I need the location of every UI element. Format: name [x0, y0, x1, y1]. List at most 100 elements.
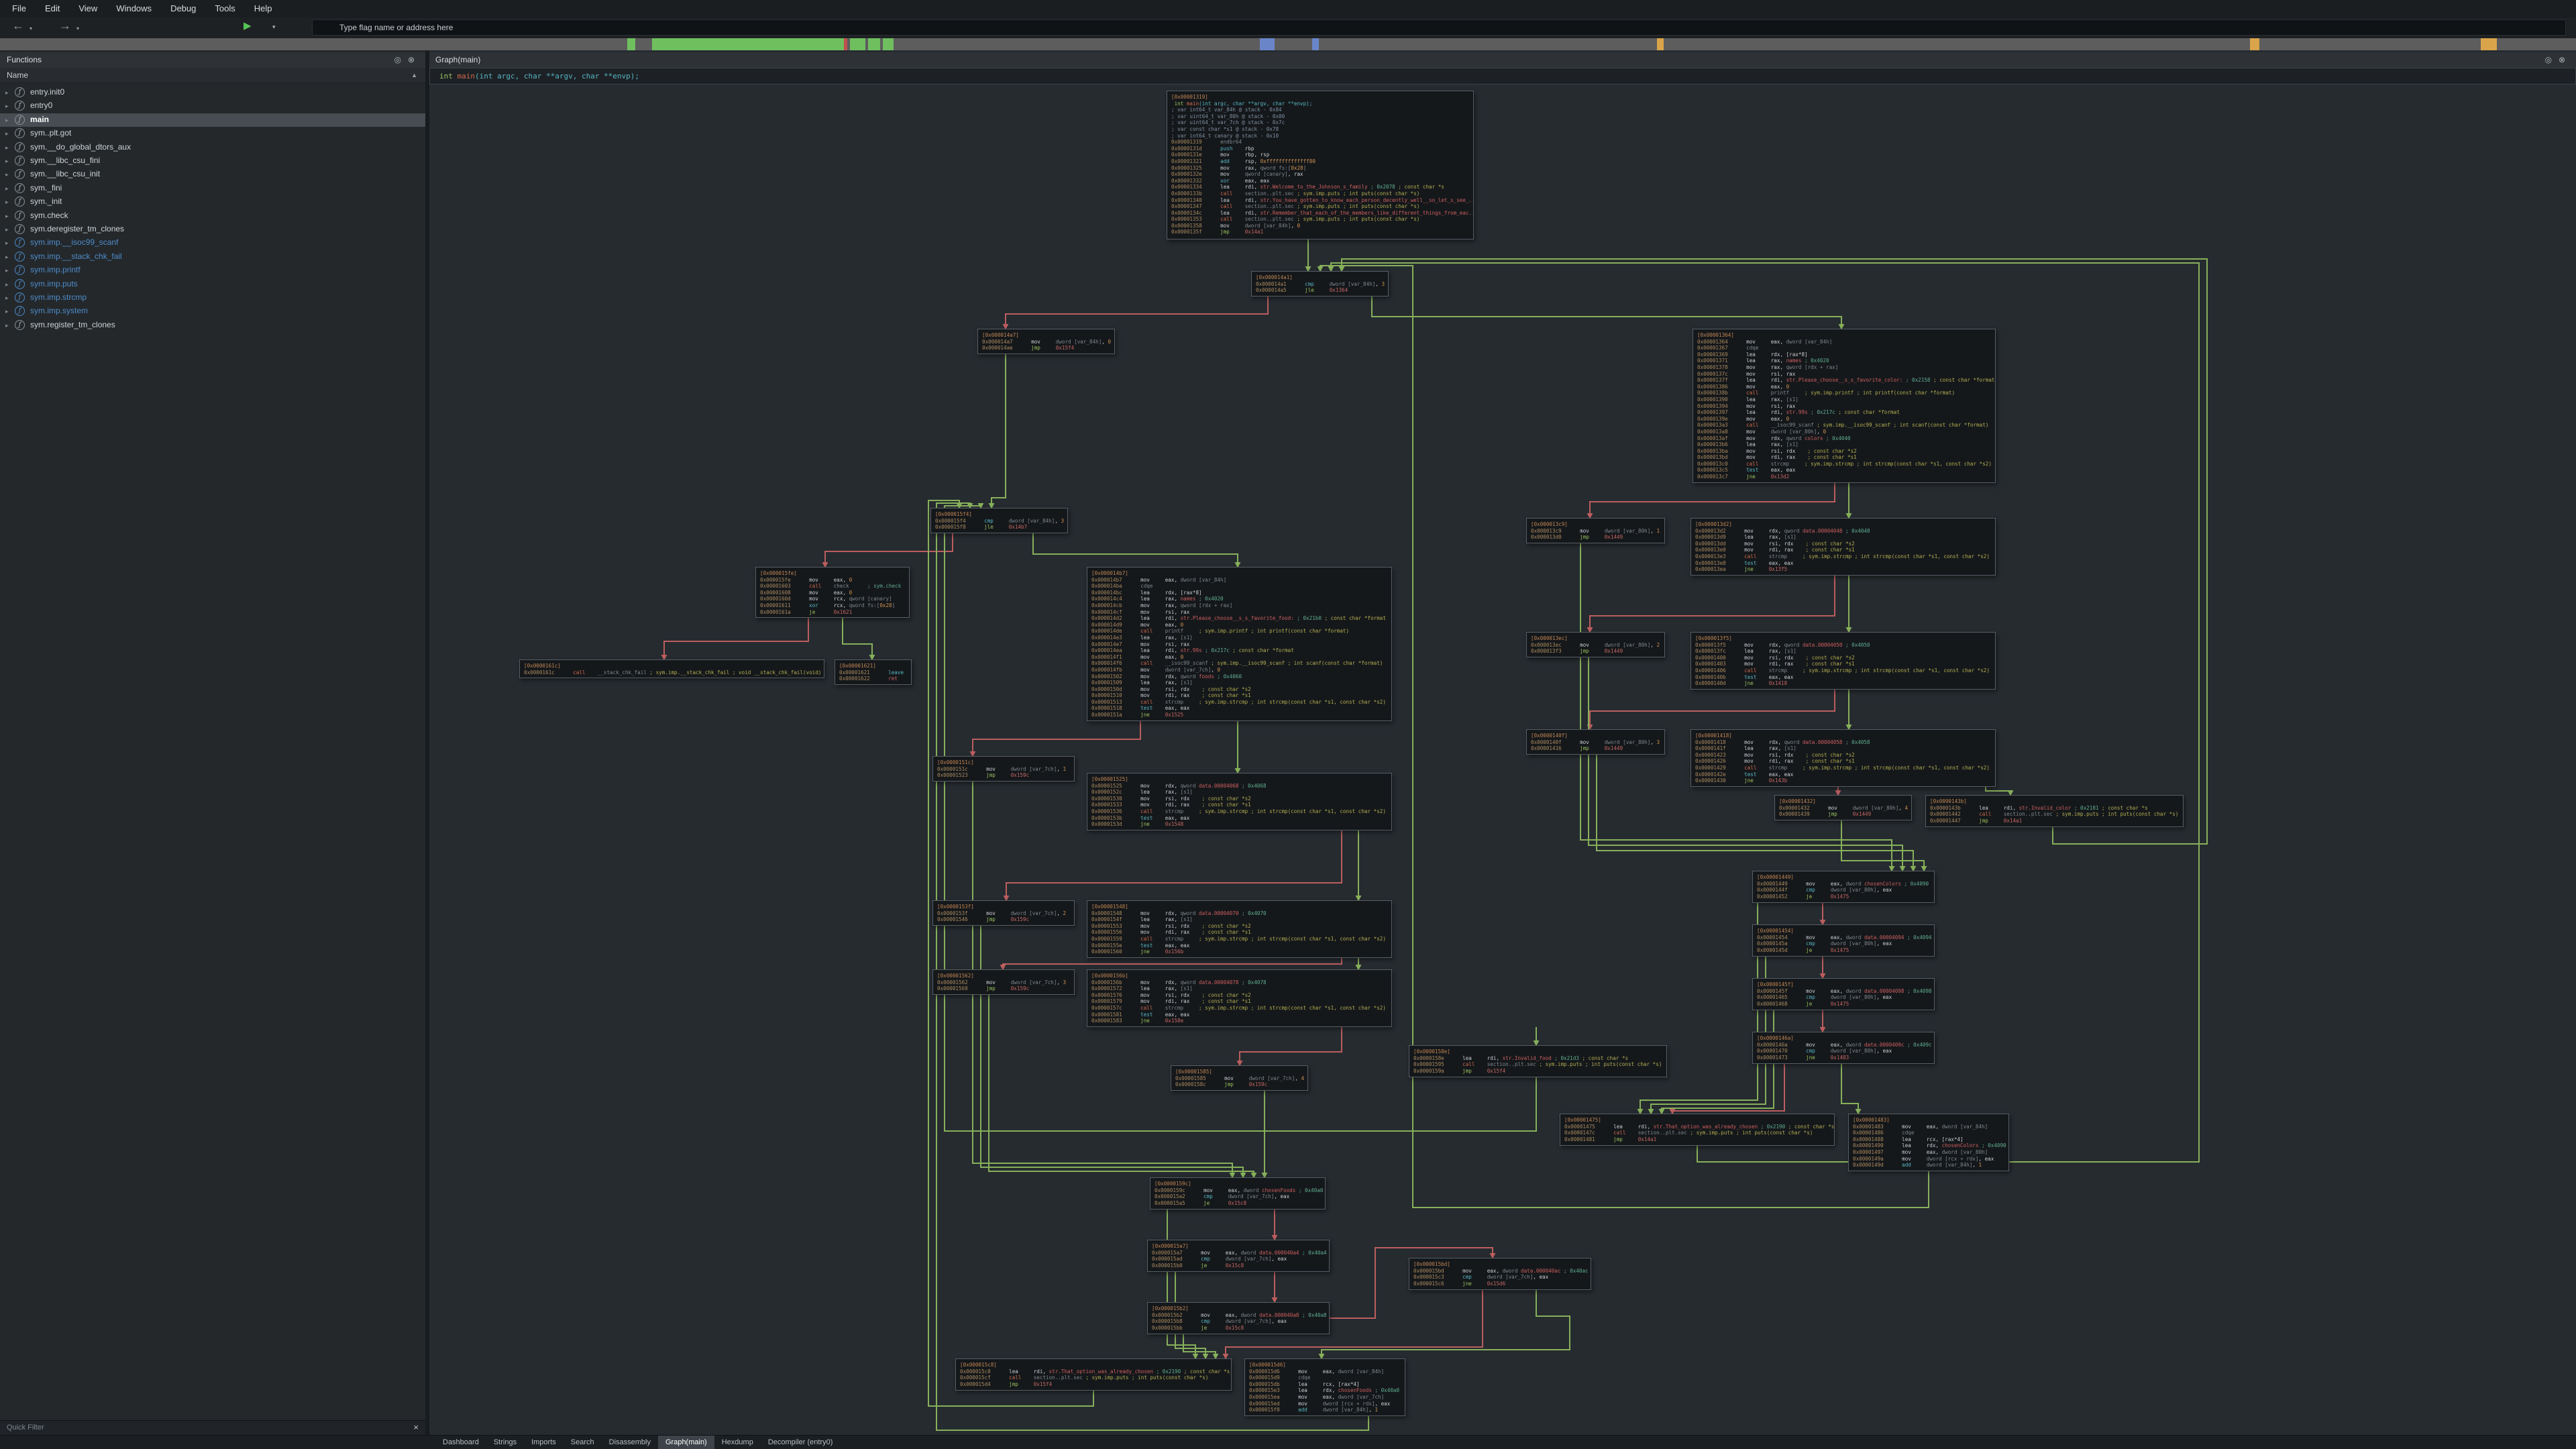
- tab-decompiler-entry0-[interactable]: Decompiler (entry0): [761, 1436, 841, 1449]
- menu-file[interactable]: File: [3, 0, 36, 17]
- graph-node-0x000015a7[interactable]: [0x000015a7] 0x000015a7 mov eax, dword da…: [1147, 1240, 1330, 1272]
- graph-node-0x000014b7[interactable]: [0x000014b7] 0x000014b7 mov eax, dword [v…: [1087, 567, 1392, 721]
- function-row-sym._init[interactable]: ▸ ƒ sym._init: [0, 195, 425, 209]
- graph-canvas[interactable]: [0x00001319] int main(int argc, char **a…: [429, 85, 2576, 1435]
- expand-icon[interactable]: ▸: [5, 308, 9, 315]
- back-dropdown-icon[interactable]: ▾: [30, 25, 32, 32]
- debug-dropdown-icon[interactable]: ▾: [272, 23, 276, 31]
- quick-filter-close-icon[interactable]: ×: [413, 1422, 419, 1432]
- tab-strings[interactable]: Strings: [486, 1436, 524, 1449]
- expand-icon[interactable]: ▸: [5, 117, 9, 124]
- function-row-sym.deregister_tm_clones[interactable]: ▸ ƒ sym.deregister_tm_clones: [0, 223, 425, 236]
- expand-icon[interactable]: ▸: [5, 103, 9, 110]
- menu-view[interactable]: View: [69, 0, 107, 17]
- function-row-sym.__do_global_dtors_aux[interactable]: ▸ ƒ sym.__do_global_dtors_aux: [0, 141, 425, 154]
- graph-node-0x0000156b[interactable]: [0x0000156b] 0x0000156b mov rdx, qword da…: [1087, 969, 1392, 1027]
- graph-node-0x000013d2[interactable]: [0x000013d2] 0x000013d2 mov rdx, qword da…: [1690, 518, 1996, 576]
- function-row-sym.imp.printf[interactable]: ▸ ƒ sym.imp.printf: [0, 264, 425, 277]
- menu-debug[interactable]: Debug: [161, 0, 205, 17]
- function-row-sym.imp.puts[interactable]: ▸ ƒ sym.imp.puts: [0, 278, 425, 291]
- graph-node-0x0000145f[interactable]: [0x0000145f] 0x0000145f mov eax, dword da…: [1752, 978, 1935, 1010]
- expand-icon[interactable]: ▸: [5, 267, 9, 274]
- expand-icon[interactable]: ▸: [5, 239, 9, 247]
- menu-help[interactable]: Help: [245, 0, 282, 17]
- function-row-sym.imp.strcmp[interactable]: ▸ ƒ sym.imp.strcmp: [0, 291, 425, 305]
- graph-node-0x000015fe[interactable]: [0x000015fe] 0x000015fe mov eax, 0 0x00001…: [755, 567, 910, 618]
- graph-node-0x0000159c[interactable]: [0x0000159c] 0x0000159c mov eax, dword ch…: [1150, 1177, 1326, 1210]
- tab-graph-main-[interactable]: Graph(main): [657, 1436, 714, 1449]
- tab-dashboard[interactable]: Dashboard: [435, 1436, 486, 1449]
- panel-options-icon[interactable]: ◎: [2545, 55, 2552, 64]
- graph-node-0x000013ec[interactable]: [0x000013ec] 0x000013ec mov dword [var_80…: [1526, 632, 1665, 657]
- graph-node-0x0000153f[interactable]: [0x0000153f] 0x0000153f mov dword [var_7c…: [932, 900, 1075, 926]
- graph-node-0x000015d6[interactable]: [0x000015d6] 0x000015d6 mov eax, dword [v…: [1244, 1358, 1405, 1416]
- graph-node-0x00001418[interactable]: [0x00001418] 0x00001418 mov rdx, qword da…: [1690, 729, 1996, 787]
- graph-node-0x0000140f[interactable]: [0x0000140f] 0x0000140f mov dword [var_80…: [1526, 729, 1665, 755]
- function-row-entry0[interactable]: ▸ ƒ entry0: [0, 99, 425, 113]
- menu-edit[interactable]: Edit: [36, 0, 69, 17]
- function-row-sym..plt.got[interactable]: ▸ ƒ sym..plt.got: [0, 127, 425, 140]
- graph-node-0x00001483[interactable]: [0x00001483] 0x00001483 mov eax, dword [v…: [1848, 1114, 2009, 1171]
- graph-node-0x00001364[interactable]: [0x00001364] 0x00001364 mov eax, dword [v…: [1693, 329, 1996, 483]
- graph-node-0x00001548[interactable]: [0x00001548] 0x00001548 mov rdx, qword da…: [1087, 900, 1392, 958]
- expand-icon[interactable]: ▸: [5, 213, 9, 220]
- forward-dropdown-icon[interactable]: ▾: [76, 25, 79, 32]
- graph-node-0x000015f4[interactable]: [0x000015f4] 0x000015f4 cmp dword [var_84…: [930, 508, 1068, 533]
- panel-close-icon[interactable]: ⊗: [408, 55, 415, 64]
- expand-icon[interactable]: ▸: [5, 171, 9, 178]
- function-row-sym.imp.__stack_chk_fail[interactable]: ▸ ƒ sym.imp.__stack_chk_fail: [0, 250, 425, 264]
- graph-node-0x00001621[interactable]: [0x00001621] 0x00001621 leave 0x00001622 r…: [835, 659, 912, 685]
- graph-node-0x00001454[interactable]: [0x00001454] 0x00001454 mov eax, dword da…: [1752, 924, 1935, 957]
- graph-node-0x00001432[interactable]: [0x00001432] 0x00001432 mov dword [var_80…: [1774, 795, 1912, 820]
- graph-node-0x00001585[interactable]: [0x00001585] 0x00001585 mov dword [var_7c…: [1171, 1065, 1308, 1091]
- graph-node-0x00001449[interactable]: [0x00001449] 0x00001449 mov eax, dword ch…: [1752, 871, 1935, 903]
- back-button[interactable]: ←: [12, 19, 24, 33]
- debug-play-button[interactable]: ▶: [244, 19, 252, 32]
- graph-node-0x0000146a[interactable]: [0x0000146a] 0x0000146a mov eax, dword da…: [1752, 1032, 1935, 1064]
- graph-node-0x000013f5[interactable]: [0x000013f5] 0x000013f5 mov rdx, qword da…: [1690, 632, 1996, 690]
- graph-node-0x00001475[interactable]: [0x00001475] 0x00001475 lea rdi, str.That…: [1560, 1114, 1835, 1146]
- function-row-sym.imp.__isoc99_scanf[interactable]: ▸ ƒ sym.imp.__isoc99_scanf: [0, 236, 425, 250]
- functions-column-header[interactable]: Name ▲: [0, 68, 425, 83]
- expand-icon[interactable]: ▸: [5, 199, 9, 206]
- menu-tools[interactable]: Tools: [205, 0, 244, 17]
- tab-imports[interactable]: Imports: [524, 1436, 564, 1449]
- graph-node-0x000014a7[interactable]: [0x000014a7] 0x000014a7 mov dword [var_84…: [977, 329, 1115, 354]
- forward-button[interactable]: →: [59, 19, 71, 33]
- function-row-sym._fini[interactable]: ▸ ƒ sym._fini: [0, 182, 425, 195]
- address-navigation-bar[interactable]: [0, 38, 2576, 50]
- expand-icon[interactable]: ▸: [5, 144, 9, 152]
- graph-node-0x0000158e[interactable]: [0x0000158e] 0x0000158e lea rdi, str.Inva…: [1409, 1045, 1667, 1077]
- graph-node-0x0000143b[interactable]: [0x0000143b] 0x0000143b lea rdi, str.Inva…: [1925, 795, 2184, 827]
- function-row-sym.register_tm_clones[interactable]: ▸ ƒ sym.register_tm_clones: [0, 319, 425, 332]
- expand-icon[interactable]: ▸: [5, 185, 9, 193]
- function-row-sym.check[interactable]: ▸ ƒ sym.check: [0, 209, 425, 223]
- graph-node-0x000015c8[interactable]: [0x000015c8] 0x000015c8 lea rdi, str.That…: [955, 1358, 1232, 1391]
- expand-icon[interactable]: ▸: [5, 254, 9, 261]
- tab-search[interactable]: Search: [564, 1436, 602, 1449]
- function-row-main[interactable]: ▸ ƒ main: [0, 113, 425, 127]
- address-search-input[interactable]: Type flag name or address here: [312, 19, 2566, 36]
- graph-node-0x000015bd[interactable]: [0x000015bd] 0x000015bd mov eax, dword da…: [1409, 1258, 1591, 1290]
- expand-icon[interactable]: ▸: [5, 226, 9, 233]
- panel-close-icon[interactable]: ⊗: [2559, 55, 2565, 64]
- graph-node-0x0000151c[interactable]: [0x0000151c] 0x0000151c mov dword [var_7c…: [932, 756, 1075, 782]
- expand-icon[interactable]: ▸: [5, 130, 9, 138]
- expand-icon[interactable]: ▸: [5, 281, 9, 288]
- tab-disassembly[interactable]: Disassembly: [602, 1436, 658, 1449]
- tab-hexdump[interactable]: Hexdump: [714, 1436, 761, 1449]
- function-row-entry.init0[interactable]: ▸ ƒ entry.init0: [0, 86, 425, 99]
- expand-icon[interactable]: ▸: [5, 322, 9, 329]
- graph-node-0x0000161c[interactable]: [0x0000161c] 0x0000161c call __stack_chk_…: [519, 659, 824, 678]
- menu-windows[interactable]: Windows: [107, 0, 161, 17]
- panel-splitter[interactable]: [425, 50, 429, 1435]
- graph-node-0x00001319[interactable]: [0x00001319] int main(int argc, char **a…: [1167, 91, 1474, 239]
- expand-icon[interactable]: ▸: [5, 89, 9, 97]
- panel-options-icon[interactable]: ◎: [394, 55, 401, 64]
- function-row-sym.imp.system[interactable]: ▸ ƒ sym.imp.system: [0, 305, 425, 318]
- graph-node-0x000013c9[interactable]: [0x000013c9] 0x000013c9 mov dword [var_80…: [1526, 518, 1665, 543]
- function-row-sym.__libc_csu_init[interactable]: ▸ ƒ sym.__libc_csu_init: [0, 168, 425, 181]
- function-row-sym.__libc_csu_fini[interactable]: ▸ ƒ sym.__libc_csu_fini: [0, 154, 425, 168]
- expand-icon[interactable]: ▸: [5, 294, 9, 302]
- graph-node-0x000014a1[interactable]: [0x000014a1] 0x000014a1 cmp dword [var_84…: [1251, 271, 1389, 297]
